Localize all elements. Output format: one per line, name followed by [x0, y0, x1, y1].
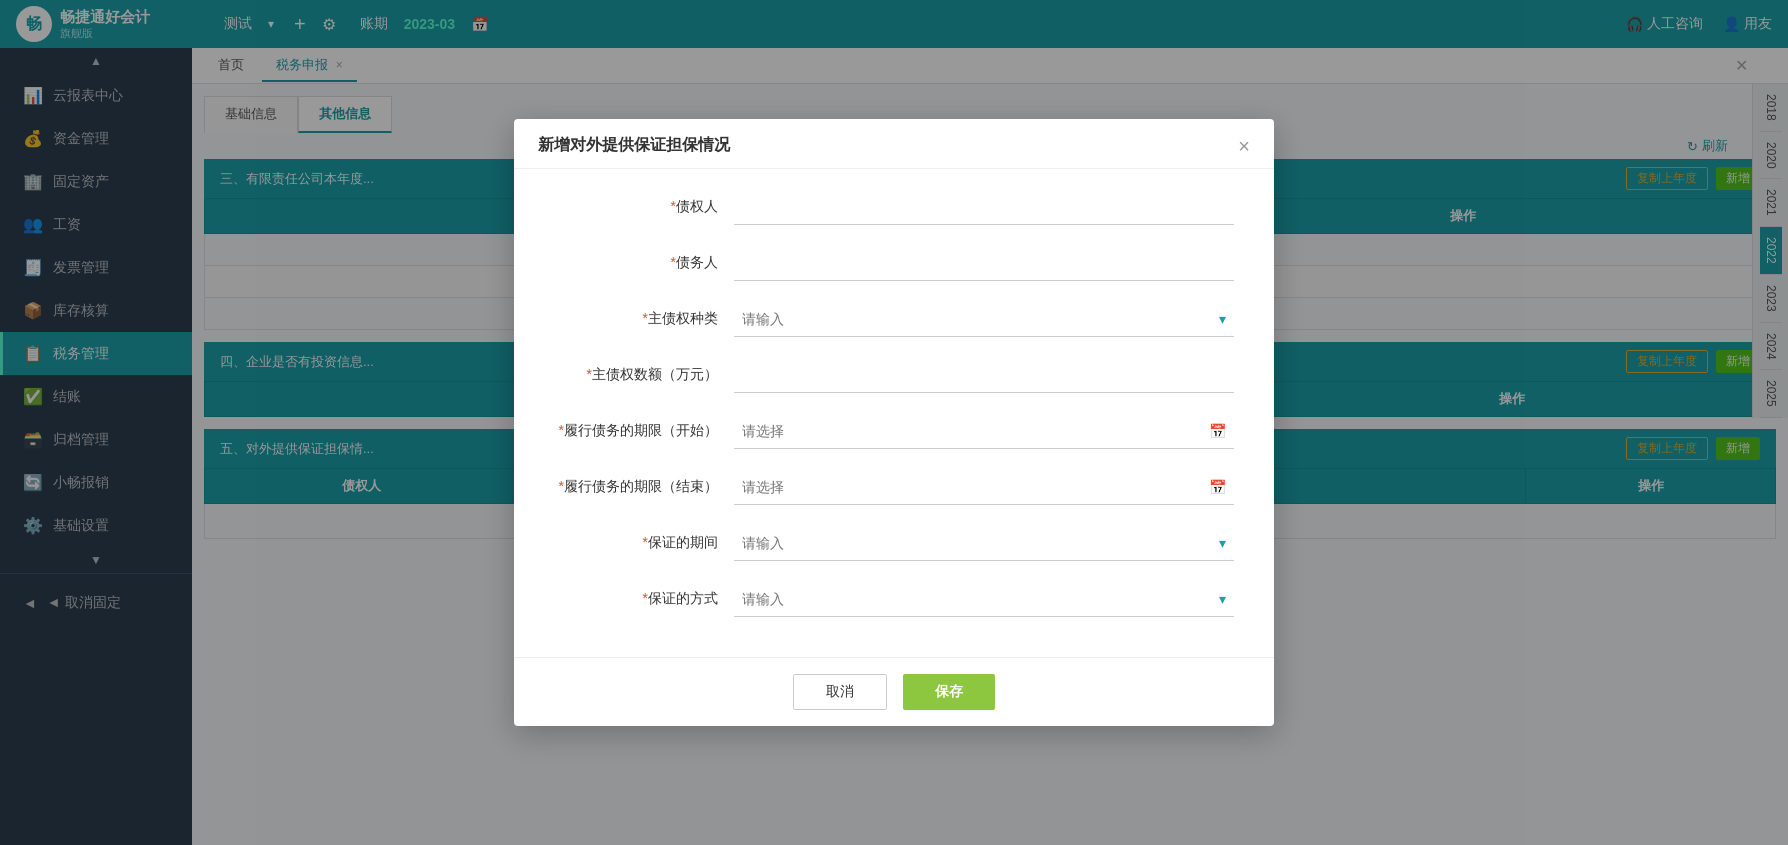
- period-start-input[interactable]: [734, 423, 1209, 439]
- dialog-body: *债权人 *债务人 *主债权种类 ▾: [514, 169, 1274, 657]
- label-period-start: *履行债务的期限（开始）: [554, 422, 734, 440]
- dialog-footer: 取消 保存: [514, 657, 1274, 726]
- guarantee-period-input[interactable]: [734, 535, 1219, 551]
- date-period-start[interactable]: 📅: [734, 413, 1234, 449]
- form-row-creditor: *债权人: [554, 189, 1234, 225]
- form-row-period-start: *履行债务的期限（开始） 📅: [554, 413, 1234, 449]
- label-creditor: *债权人: [554, 198, 734, 216]
- cancel-button[interactable]: 取消: [793, 674, 887, 710]
- form-row-guarantee-method: *保证的方式 ▾: [554, 581, 1234, 617]
- dialog-header: 新增对外提供保证担保情况 ×: [514, 119, 1274, 169]
- label-guarantee-period: *保证的期间: [554, 534, 734, 552]
- form-row-guarantee-period: *保证的期间 ▾: [554, 525, 1234, 561]
- guarantee-period-arrow-icon[interactable]: ▾: [1219, 535, 1234, 551]
- form-row-period-end: *履行债务的期限（结束） 📅: [554, 469, 1234, 505]
- form-row-claim-type: *主债权种类 ▾: [554, 301, 1234, 337]
- label-claim-type: *主债权种类: [554, 310, 734, 328]
- claim-type-input[interactable]: [734, 311, 1219, 327]
- form-row-claim-amount: *主债权数额（万元）: [554, 357, 1234, 393]
- guarantee-method-input[interactable]: [734, 591, 1219, 607]
- guarantee-method-arrow-icon[interactable]: ▾: [1219, 591, 1234, 607]
- save-button[interactable]: 保存: [903, 674, 995, 710]
- period-end-input[interactable]: [734, 479, 1209, 495]
- calendar-end-icon[interactable]: 📅: [1209, 479, 1234, 495]
- input-claim-amount[interactable]: [734, 357, 1234, 393]
- input-debtor[interactable]: [734, 245, 1234, 281]
- label-guarantee-method: *保证的方式: [554, 590, 734, 608]
- claim-type-arrow-icon[interactable]: ▾: [1219, 311, 1234, 327]
- label-period-end: *履行债务的期限（结束）: [554, 478, 734, 496]
- dialog: 新增对外提供保证担保情况 × *债权人 *债务人 *主债权种类: [514, 119, 1274, 726]
- select-guarantee-method[interactable]: ▾: [734, 581, 1234, 617]
- label-claim-amount: *主债权数额（万元）: [554, 366, 734, 384]
- calendar-start-icon[interactable]: 📅: [1209, 423, 1234, 439]
- select-claim-type[interactable]: ▾: [734, 301, 1234, 337]
- input-creditor[interactable]: [734, 189, 1234, 225]
- form-row-debtor: *债务人: [554, 245, 1234, 281]
- dialog-overlay: 新增对外提供保证担保情况 × *债权人 *债务人 *主债权种类: [0, 0, 1788, 845]
- label-debtor: *债务人: [554, 254, 734, 272]
- dialog-close-button[interactable]: ×: [1238, 136, 1250, 156]
- select-guarantee-period[interactable]: ▾: [734, 525, 1234, 561]
- dialog-title: 新增对外提供保证担保情况: [538, 135, 730, 156]
- date-period-end[interactable]: 📅: [734, 469, 1234, 505]
